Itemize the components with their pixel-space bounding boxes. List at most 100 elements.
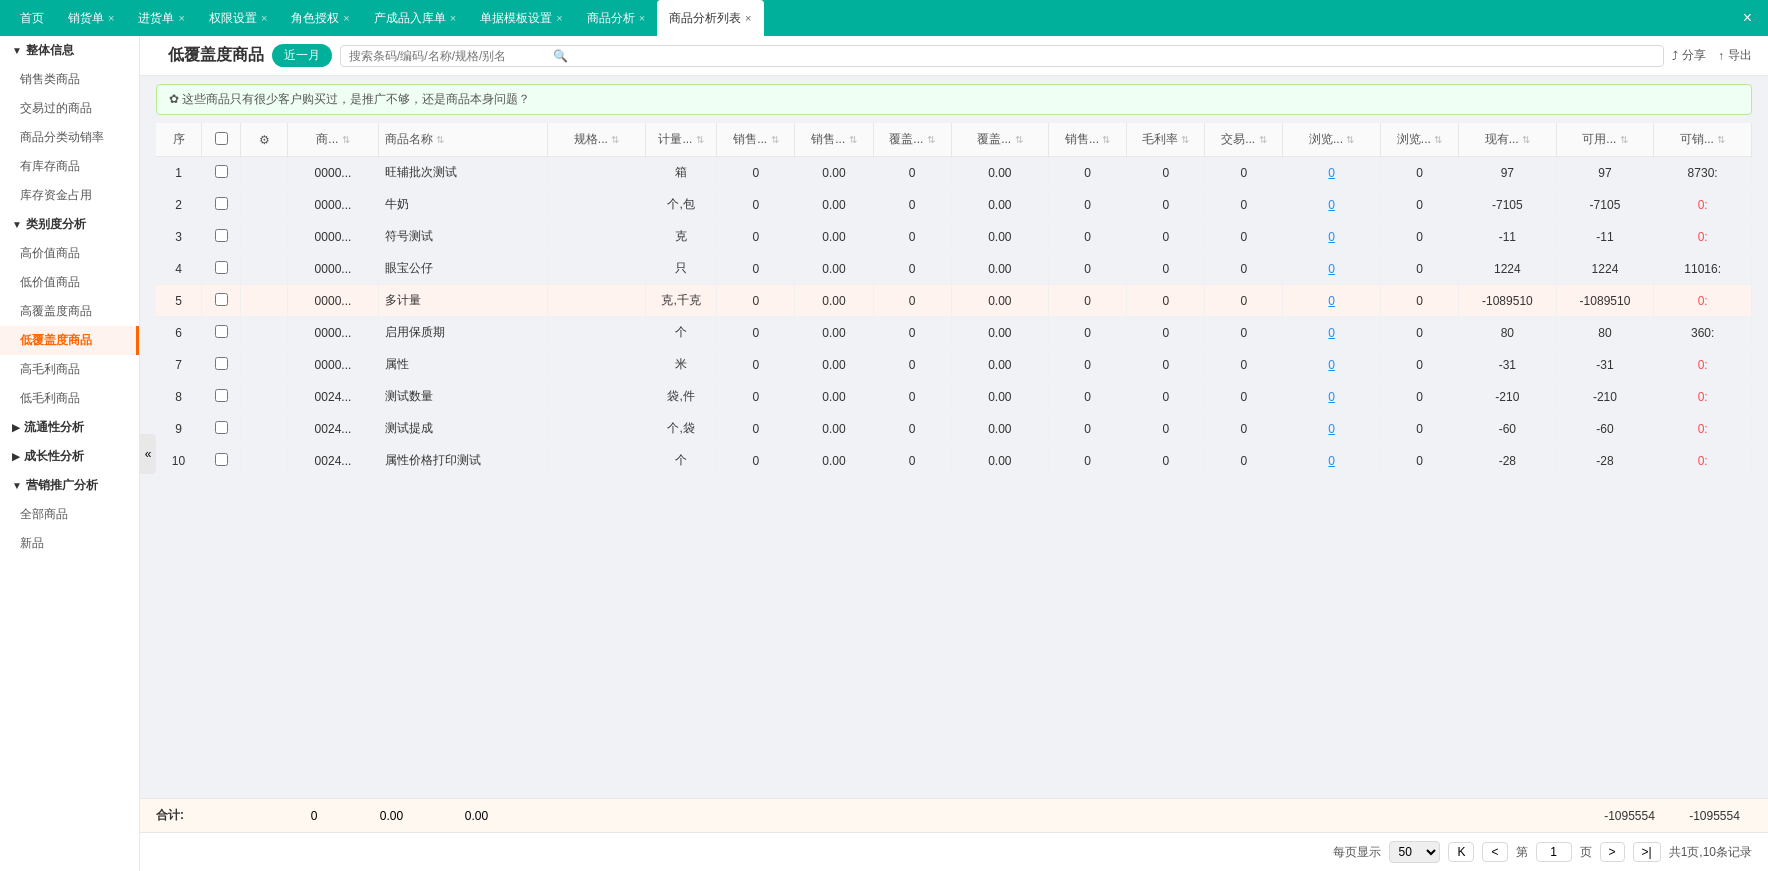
nav-production[interactable]: 产成品入库单 × [362,0,468,36]
prev-page-btn[interactable]: < [1482,842,1507,862]
cell-spec [548,221,646,253]
cell-browse1[interactable]: 0 [1283,445,1381,477]
sidebar-item-traded-goods[interactable]: 交易过的商品 [0,94,139,123]
cell-browse1[interactable]: 0 [1283,285,1381,317]
cell-settings [241,445,288,477]
per-page-select[interactable]: 50 10 20 100 [1389,841,1440,863]
nav-purchase-close[interactable]: × [178,12,184,24]
share-button[interactable]: ⤴ 分享 [1672,47,1706,64]
nav-analysis-list[interactable]: 商品分析列表 × [657,0,763,36]
nav-sales-close[interactable]: × [108,12,114,24]
share-icon: ⤴ [1672,49,1678,63]
nav-analysis-close[interactable]: × [639,12,645,24]
sidebar-item-high-value[interactable]: 高价值商品 [0,239,139,268]
cell-gross-rate: 0 [1127,157,1205,189]
export-button[interactable]: ↑ 导出 [1718,47,1752,64]
cell-check[interactable] [202,189,241,221]
cell-check[interactable] [202,445,241,477]
row-checkbox[interactable] [215,453,228,466]
cell-current: -60 [1459,413,1557,445]
cell-browse1[interactable]: 0 [1283,349,1381,381]
cell-spec [548,189,646,221]
sidebar-item-sales-goods[interactable]: 销售类商品 [0,65,139,94]
cell-sellable: 0: [1654,189,1752,221]
cell-available: -31 [1556,349,1654,381]
cell-check[interactable] [202,317,241,349]
sidebar-item-category-rate[interactable]: 商品分类动销率 [0,123,139,152]
nav-production-close[interactable]: × [450,12,456,24]
sidebar-group-category[interactable]: ▼ 类别度分析 [0,210,139,239]
table-container[interactable]: 序 ⚙ 商... ⇅ 商品名称 ⇅ 规格... ⇅ 计量... ⇅ 销售... … [140,123,1768,798]
sidebar-group-liquidity[interactable]: ▶ 流通性分析 [0,413,139,442]
cell-check[interactable] [202,253,241,285]
cell-code: 0024... [287,381,378,413]
cell-code: 0000... [287,221,378,253]
nav-home[interactable]: 首页 [8,0,56,36]
row-checkbox[interactable] [215,197,228,210]
sidebar-group-marketing[interactable]: ▼ 营销推广分析 [0,471,139,500]
page-input[interactable] [1536,842,1572,862]
select-all-checkbox[interactable] [215,132,228,145]
sidebar-item-in-stock[interactable]: 有库存商品 [0,152,139,181]
sidebar-group-overall[interactable]: ▼ 整体信息 [0,36,139,65]
row-checkbox[interactable] [215,389,228,402]
nav-roles-close[interactable]: × [343,12,349,24]
cell-seq: 6 [156,317,202,349]
next-page-btn[interactable]: > [1600,842,1625,862]
nav-sales[interactable]: 销货单 × [56,0,126,36]
sidebar-item-low-margin[interactable]: 低毛利商品 [0,384,139,413]
th-name: 商品名称 ⇅ [379,123,548,157]
sidebar-item-low-coverage[interactable]: 低覆盖度商品 [0,326,139,355]
row-checkbox[interactable] [215,165,228,178]
nav-permissions[interactable]: 权限设置 × [197,0,279,36]
first-page-btn[interactable]: K [1448,842,1474,862]
cell-browse1[interactable]: 0 [1283,413,1381,445]
nav-template-close[interactable]: × [556,12,562,24]
cell-gross-rate: 0 [1127,285,1205,317]
cell-code: 0024... [287,413,378,445]
th-settings[interactable]: ⚙ [241,123,288,157]
table-row: 8 0024... 测试数量 袋,件 0 0.00 0 0.00 0 0 0 0… [156,381,1752,413]
row-checkbox[interactable] [215,293,228,306]
cell-browse1[interactable]: 0 [1283,157,1381,189]
last-page-btn[interactable]: >| [1633,842,1661,862]
row-checkbox[interactable] [215,421,228,434]
cell-sales-qty: 0 [717,413,795,445]
sidebar-item-new-goods[interactable]: 新品 [0,529,139,558]
search-input[interactable] [349,49,549,63]
row-checkbox[interactable] [215,357,228,370]
search-icon[interactable]: 🔍 [553,49,568,63]
nav-purchase[interactable]: 进货单 × [126,0,196,36]
cell-check[interactable] [202,381,241,413]
row-checkbox[interactable] [215,261,228,274]
period-button[interactable]: 近一月 [272,44,332,67]
cell-browse1[interactable]: 0 [1283,189,1381,221]
cell-browse1[interactable]: 0 [1283,381,1381,413]
cell-browse1[interactable]: 0 [1283,317,1381,349]
nav-close-all[interactable]: × [1735,9,1760,27]
sidebar-item-high-margin[interactable]: 高毛利商品 [0,355,139,384]
nav-permissions-close[interactable]: × [261,12,267,24]
nav-template[interactable]: 单据模板设置 × [468,0,574,36]
sidebar-item-all-goods[interactable]: 全部商品 [0,500,139,529]
nav-analysis[interactable]: 商品分析 × [575,0,657,36]
row-checkbox[interactable] [215,325,228,338]
cell-check[interactable] [202,157,241,189]
sidebar-item-low-value[interactable]: 低价值商品 [0,268,139,297]
nav-roles[interactable]: 角色授权 × [279,0,361,36]
cell-gross-rate: 0 [1127,413,1205,445]
cell-check[interactable] [202,221,241,253]
sidebar-item-stock-value[interactable]: 库存资金占用 [0,181,139,210]
nav-analysis-list-close[interactable]: × [745,12,751,24]
sidebar-collapse-btn[interactable]: « [140,434,156,474]
cell-check[interactable] [202,413,241,445]
sidebar-group-growth[interactable]: ▶ 成长性分析 [0,442,139,471]
cell-sales-amt: 0.00 [795,253,873,285]
sidebar-item-high-coverage[interactable]: 高覆盖度商品 [0,297,139,326]
cell-browse1[interactable]: 0 [1283,221,1381,253]
cell-check[interactable] [202,349,241,381]
cell-browse1[interactable]: 0 [1283,253,1381,285]
row-checkbox[interactable] [215,229,228,242]
cell-seq: 9 [156,413,202,445]
cell-check[interactable] [202,285,241,317]
